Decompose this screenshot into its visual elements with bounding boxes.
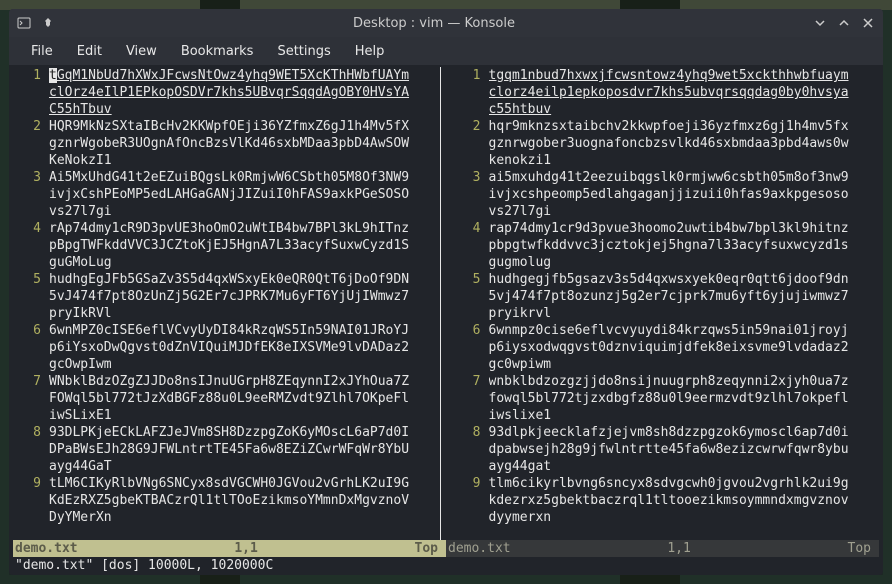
code-line: tLM6CIKyRlbVNg6SNCyx8sdVGCWH0JGVou2vGrhL… (49, 475, 440, 492)
titlebar: Desktop : vim — Konsole (9, 9, 883, 37)
minimize-icon[interactable] (813, 16, 827, 30)
code-line: ivjxcshpeomp5edlahgaganjjizuii0hfas9axkp… (489, 186, 880, 203)
code-line: hudhgegjfb5gsazv3s5d4qxwsxyek0eqr0qtt6jd… (489, 271, 880, 288)
code-line: tgqm1nbud7hxwxjfcwsntowz4yhq9wet5xckthhw… (489, 67, 880, 84)
konsole-window: Desktop : vim — Konsole File Edit View B… (9, 9, 883, 575)
right-code[interactable]: tgqm1nbud7hxwxjfcwsntowz4yhq9wet5xckthhw… (489, 67, 880, 540)
code-line: iwslixe1 (489, 407, 880, 424)
code-line: tGqM1NbUd7hXWxJFcwsNtOwz4yhq9WET5XcKThHW… (49, 67, 440, 84)
code-line: HQR9MkNzSXtaIBcHv2KKWpfOEji36YZfmxZ6gJ1h… (49, 118, 440, 135)
code-line: gugmolug (489, 254, 880, 271)
vim-left-pane[interactable]: 123456789 tGqM1NbUd7hXWxJFcwsNtOwz4yhq9W… (13, 67, 440, 540)
code-line: iwSLixE1 (49, 407, 440, 424)
code-line: pryIkRVl (49, 305, 440, 322)
code-line: kenokzi1 (489, 152, 880, 169)
terminal-area[interactable]: 123456789 tGqM1NbUd7hXWxJFcwsNtOwz4yhq9W… (9, 65, 883, 575)
status-pos: 1,1 (511, 540, 848, 557)
code-line: pbpgtwfkddvvc3jcztokjej5hgna7l33acyfsuxw… (489, 237, 880, 254)
maximize-icon[interactable] (837, 16, 851, 30)
right-gutter: 123456789 (453, 67, 489, 540)
code-line: rAp74dmy1cR9D3pvUE3hoOmO2uWtIB4bw7BPl3kL… (49, 220, 440, 237)
pin-icon[interactable] (41, 16, 55, 30)
code-line: 5vJ474f7pt8OzUnZj5G2Er7cJPRK7Mu6yFT6YjUj… (49, 288, 440, 305)
statusbar-inactive: demo.txt 1,1 Top (446, 540, 879, 557)
status-scroll: Top (848, 540, 877, 557)
code-line: gznrwgober3uognafoncbzsvlkd46sxbmdaa3pbd… (489, 135, 880, 152)
code-line: Ai5MxUhdG41t2eEZuiBQgsLk0RmjwW6CSbth05M8… (49, 169, 440, 186)
code-line: pBpgTWFkddVVC3JCZtoKjEJ5HgnA7L33acyfSuxw… (49, 237, 440, 254)
code-line: 6wnMPZ0cISE6eflVCvyUyDI84kRzqWS5In59NAI0… (49, 322, 440, 339)
menu-help[interactable]: Help (345, 42, 395, 61)
menu-bookmarks[interactable]: Bookmarks (171, 42, 264, 61)
code-line: C55hTbuv (49, 101, 440, 118)
code-line: gc0wpiwm (489, 356, 880, 373)
code-line: c55htbuv (489, 101, 880, 118)
window-title: Desktop : vim — Konsole (55, 16, 813, 31)
status-pos: 1,1 (78, 540, 415, 557)
code-line: vs27l7gi (489, 203, 880, 220)
menu-file[interactable]: File (21, 42, 63, 61)
left-code[interactable]: tGqM1NbUd7hXWxJFcwsNtOwz4yhq9WET5XcKThHW… (49, 67, 440, 540)
code-line: kdezrxz5gbektbaczrql1tltooezikmsoymmndxm… (489, 492, 880, 509)
code-line: dyymerxn (489, 509, 880, 526)
vim-right-pane[interactable]: 123456789 tgqm1nbud7hxwxjfcwsntowz4yhq9w… (453, 67, 880, 540)
code-line: FOWql5bl772tJzXdBGFz88u0L9eeRMZvdt9Zlhl7… (49, 390, 440, 407)
code-line: clOrz4eIlP1EPkopOSDVr7khs5UBvqrSqqdAgOBY… (49, 84, 440, 101)
code-line: gznrWgobeR3UOgnAfOncBzsVlKd46sxbMDaa3pbD… (49, 135, 440, 152)
terminal-icon (17, 16, 31, 30)
code-line: tlm6cikyrlbvng6sncyx8sdvgcwh0jgvou2vgrhl… (489, 475, 880, 492)
code-line: guGMoLug (49, 254, 440, 271)
code-line: gcOwpIwm (49, 356, 440, 373)
vim-cmdline: "demo.txt" [dos] 10000L, 1020000C (13, 557, 879, 575)
code-line: clorz4eilp1epkoposdvr7khs5ubvqrsqqdag0by… (489, 84, 880, 101)
menubar: File Edit View Bookmarks Settings Help (9, 37, 883, 65)
status-file: demo.txt (15, 540, 78, 557)
code-line: ayg44gat (489, 458, 880, 475)
close-icon[interactable] (861, 16, 875, 30)
code-line: pryikrvl (489, 305, 880, 322)
code-line: 6wnmpz0cise6eflvcvyuydi84krzqws5in59nai0… (489, 322, 880, 339)
code-line: ivjxCshPEoMP5edLAHGaGANjJIZuiI0hFAS9axkP… (49, 186, 440, 203)
menu-view[interactable]: View (116, 42, 167, 61)
code-line: dpabwsejh28g9jfwlntrtte45fa6w8ezizcwrwfq… (489, 441, 880, 458)
code-line: p6iysxodwqgvst0dznviquimjdfek8eixsvme9lv… (489, 339, 880, 356)
code-line: rap74dmy1cr9d3pvue3hoomo2uwtib4bw7bpl3kl… (489, 220, 880, 237)
code-line: p6iYsxoDwQgvst0dZnVIQuiMJDfEK8eIXSVMe9lv… (49, 339, 440, 356)
statusbars: demo.txt 1,1 Top demo.txt 1,1 Top (13, 540, 879, 557)
code-line: ayg44GaT (49, 458, 440, 475)
code-line: wnbklbdzozgzjjdo8nsijnuugrph8zeqynni2xjy… (489, 373, 880, 390)
vertical-split-icon (440, 67, 441, 540)
code-line: DPaBWsEJh28G9JFWLntrtTE45Fa6w8EZiZCwrWFq… (49, 441, 440, 458)
code-line: 93DLPKjeECkLAFZJeJVm8SH8DzzpgZoK6yMOscL6… (49, 424, 440, 441)
code-line: 5vj474f7pt8ozunzj5g2er7cjprk7mu6yft6yjuj… (489, 288, 880, 305)
code-line: hudhgEgJFb5GSaZv3S5d4qxWSxyEk0eQR0QtT6jD… (49, 271, 440, 288)
menu-edit[interactable]: Edit (67, 42, 112, 61)
code-line: WNbklBdzOZgZJJDo8nsIJnuUGrpH8ZEqynnI2xJY… (49, 373, 440, 390)
code-line: DyYMerXn (49, 509, 440, 526)
code-line: 93dlpkjeecklafzjejvm8sh8dzzpgzok6ymoscl6… (489, 424, 880, 441)
menu-settings[interactable]: Settings (267, 42, 340, 61)
left-gutter: 123456789 (13, 67, 49, 540)
status-scroll: Top (415, 540, 444, 557)
code-line: hqr9mknzsxtaibchv2kkwpfoeji36yzfmxz6gj1h… (489, 118, 880, 135)
status-file: demo.txt (448, 540, 511, 557)
code-line: fowql5bl772tjzxdbgfz88u0l9eermzvdt9zlhl7… (489, 390, 880, 407)
code-line: vs27l7gi (49, 203, 440, 220)
code-line: KdEzRXZ5gbeKTBACzrQl1tlTOoEzikmsoYMmnDxM… (49, 492, 440, 509)
code-line: KeNokzI1 (49, 152, 440, 169)
code-line: ai5mxuhdg41t2eezuibqgslk0rmjww6csbth05m8… (489, 169, 880, 186)
statusbar-active: demo.txt 1,1 Top (13, 540, 446, 557)
